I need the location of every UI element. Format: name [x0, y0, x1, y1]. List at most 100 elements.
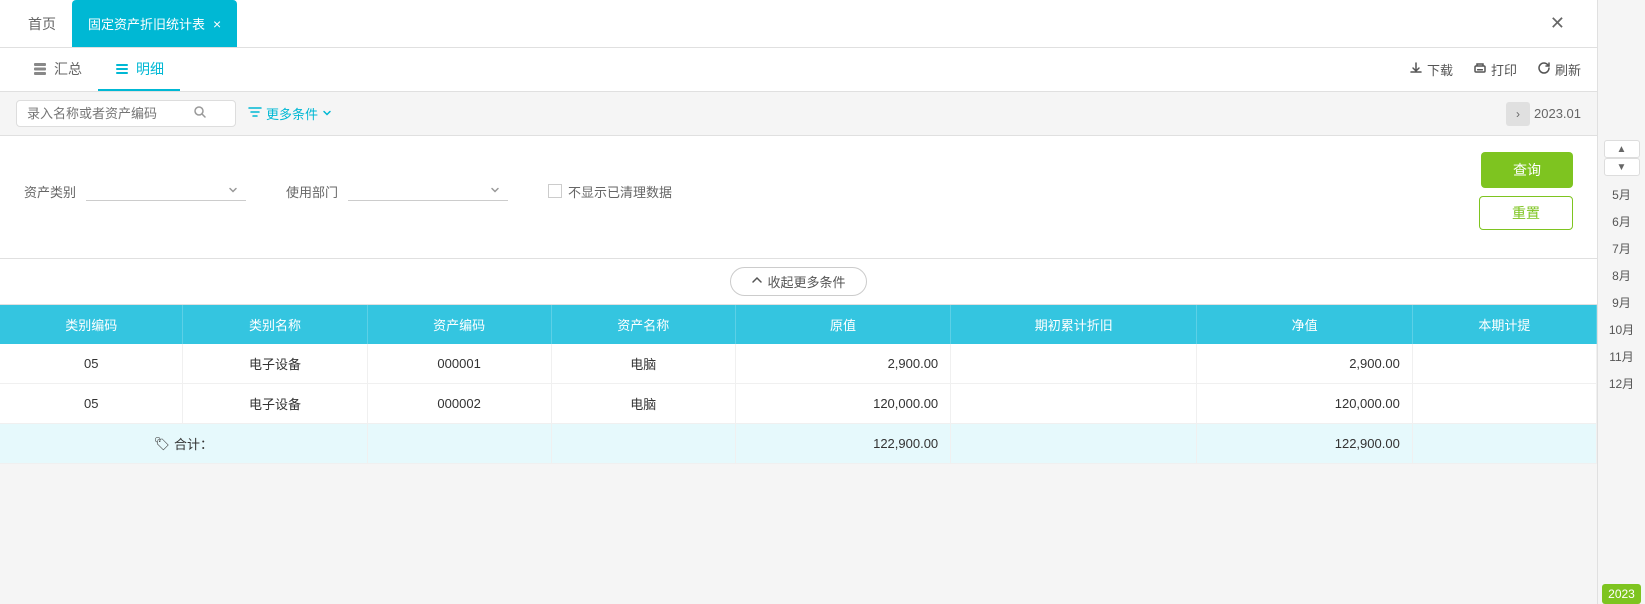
tab-detail[interactable]: 明细 [98, 48, 180, 91]
month-9[interactable]: 9月 [1606, 290, 1637, 315]
cell-original-value: 2,900.00 [735, 344, 950, 384]
tag-icon: 🏷 [154, 436, 171, 452]
print-icon [1473, 61, 1487, 78]
chevron-down-icon [322, 106, 332, 121]
exclude-cleared-checkbox[interactable] [548, 184, 562, 198]
scroll-down-btn[interactable]: ▼ [1604, 158, 1640, 176]
month-6[interactable]: 6月 [1606, 209, 1637, 234]
filter-actions: 查询 重置 [1479, 152, 1573, 230]
search-bar: 更多条件 › 2023.01 [0, 92, 1597, 136]
right-sidebar: ▲ ▼ 5月 6月 7月 8月 9月 10月 11月 12月 2023 [1597, 0, 1645, 604]
chevron-up-icon [751, 274, 763, 289]
home-link[interactable]: 首页 [16, 14, 68, 34]
cell-total-empty-2 [551, 424, 735, 464]
cell-original-value: 120,000.00 [735, 384, 950, 424]
data-table: 类别编码 类别名称 资产编码 资产名称 原值 期初累计折旧 净值 本期计提 05… [0, 305, 1597, 464]
asset-category-chevron-icon [228, 183, 238, 198]
col-asset-code: 资产编码 [367, 305, 551, 344]
cell-category-name: 电子设备 [183, 384, 367, 424]
tab-close-icon[interactable]: × [213, 16, 221, 32]
month-5[interactable]: 5月 [1606, 182, 1637, 207]
sub-tabs: 汇总 明细 下载 [0, 48, 1597, 92]
cell-opening-accum-dep [951, 344, 1197, 384]
reset-button[interactable]: 重置 [1479, 196, 1573, 230]
tab-label: 固定资产折旧统计表 [88, 14, 205, 33]
table-total-row: 🏷 合计： 122,900.00 122,900.00 [0, 424, 1597, 464]
search-icon [193, 105, 207, 122]
col-current-period: 本期计提 [1412, 305, 1596, 344]
cell-current-period [1412, 384, 1596, 424]
more-conditions-label: 更多条件 [266, 104, 318, 123]
right-panel-indicator: › 2023.01 [1506, 102, 1581, 126]
cell-asset-code: 000001 [367, 344, 551, 384]
search-input[interactable] [27, 106, 187, 121]
more-conditions-btn[interactable]: 更多条件 [248, 104, 332, 123]
col-opening-accum-dep: 期初累计折旧 [951, 305, 1197, 344]
exclude-cleared-checkbox-wrap[interactable]: 不显示已清理数据 [548, 182, 672, 201]
table-header-row: 类别编码 类别名称 资产编码 资产名称 原值 期初累计折旧 净值 本期计提 [0, 305, 1597, 344]
cell-net-value: 120,000.00 [1197, 384, 1412, 424]
print-button[interactable]: 打印 [1473, 60, 1517, 79]
cell-asset-name: 电脑 [551, 384, 735, 424]
usage-dept-label: 使用部门 [286, 182, 338, 201]
usage-dept-field: 使用部门 [286, 181, 508, 201]
cell-total-current-period [1412, 424, 1596, 464]
cell-category-name: 电子设备 [183, 344, 367, 384]
asset-category-select[interactable] [86, 181, 246, 201]
asset-category-label: 资产类别 [24, 182, 76, 201]
download-button[interactable]: 下载 [1409, 60, 1453, 79]
month-8[interactable]: 8月 [1606, 263, 1637, 288]
cell-total-opening-accum-dep [951, 424, 1197, 464]
arrow-right-icon: › [1516, 107, 1520, 121]
table-row: 05 电子设备 000002 电脑 120,000.00 120,000.00 [0, 384, 1597, 424]
asset-category-field: 资产类别 [24, 181, 246, 201]
exclude-cleared-label: 不显示已清理数据 [568, 182, 672, 201]
top-nav: 首页 固定资产折旧统计表 × ✕ [0, 0, 1597, 48]
cell-net-value: 2,900.00 [1197, 344, 1412, 384]
cell-opening-accum-dep [951, 384, 1197, 424]
query-button[interactable]: 查询 [1481, 152, 1573, 188]
month-10[interactable]: 10月 [1603, 317, 1640, 342]
scroll-up-btn[interactable]: ▲ [1604, 140, 1640, 158]
month-12[interactable]: 12月 [1603, 371, 1640, 396]
cell-current-period [1412, 344, 1596, 384]
cell-total-net-value: 122,900.00 [1197, 424, 1412, 464]
window-close-icon[interactable]: ✕ [1534, 13, 1581, 34]
search-input-wrap[interactable] [16, 100, 236, 127]
main-tab[interactable]: 固定资产折旧统计表 × [72, 0, 237, 47]
refresh-icon [1537, 61, 1551, 78]
print-label: 打印 [1491, 60, 1517, 79]
collapse-btn[interactable]: 收起更多条件 [730, 267, 866, 296]
table-row: 05 电子设备 000001 电脑 2,900.00 2,900.00 [0, 344, 1597, 384]
download-icon [1409, 61, 1423, 78]
layers-icon [32, 61, 48, 77]
expand-arrow-btn[interactable]: › [1506, 102, 1530, 126]
month-11[interactable]: 11月 [1603, 344, 1639, 369]
download-label: 下载 [1427, 60, 1453, 79]
cell-total-label: 🏷 合计： [0, 424, 367, 464]
collapse-bar: 收起更多条件 [0, 259, 1597, 305]
usage-dept-select[interactable] [348, 181, 508, 201]
tab-summary-label: 汇总 [54, 59, 82, 79]
month-7[interactable]: 7月 [1606, 236, 1637, 261]
cell-total-original-value: 122,900.00 [735, 424, 950, 464]
col-net-value: 净值 [1197, 305, 1412, 344]
toolbar-right: 下载 打印 刷新 [1409, 60, 1581, 79]
date-label: 2023.01 [1534, 106, 1581, 121]
tab-summary[interactable]: 汇总 [16, 48, 98, 91]
tab-detail-label: 明细 [136, 59, 164, 79]
refresh-button[interactable]: 刷新 [1537, 60, 1581, 79]
year-badge[interactable]: 2023 [1602, 584, 1641, 604]
cell-total-empty-1 [367, 424, 551, 464]
table-container: 类别编码 类别名称 资产编码 资产名称 原值 期初累计折旧 净值 本期计提 05… [0, 305, 1597, 464]
cell-category-code: 05 [0, 384, 183, 424]
cell-asset-name: 电脑 [551, 344, 735, 384]
refresh-label: 刷新 [1555, 60, 1581, 79]
cell-category-code: 05 [0, 344, 183, 384]
col-category-code: 类别编码 [0, 305, 183, 344]
col-original-value: 原值 [735, 305, 950, 344]
col-category-name: 类别名称 [183, 305, 367, 344]
list-icon [114, 61, 130, 77]
scroll-arrows: ▲ ▼ [1598, 140, 1645, 176]
filter-row-1: 资产类别 使用部门 [24, 152, 1573, 230]
